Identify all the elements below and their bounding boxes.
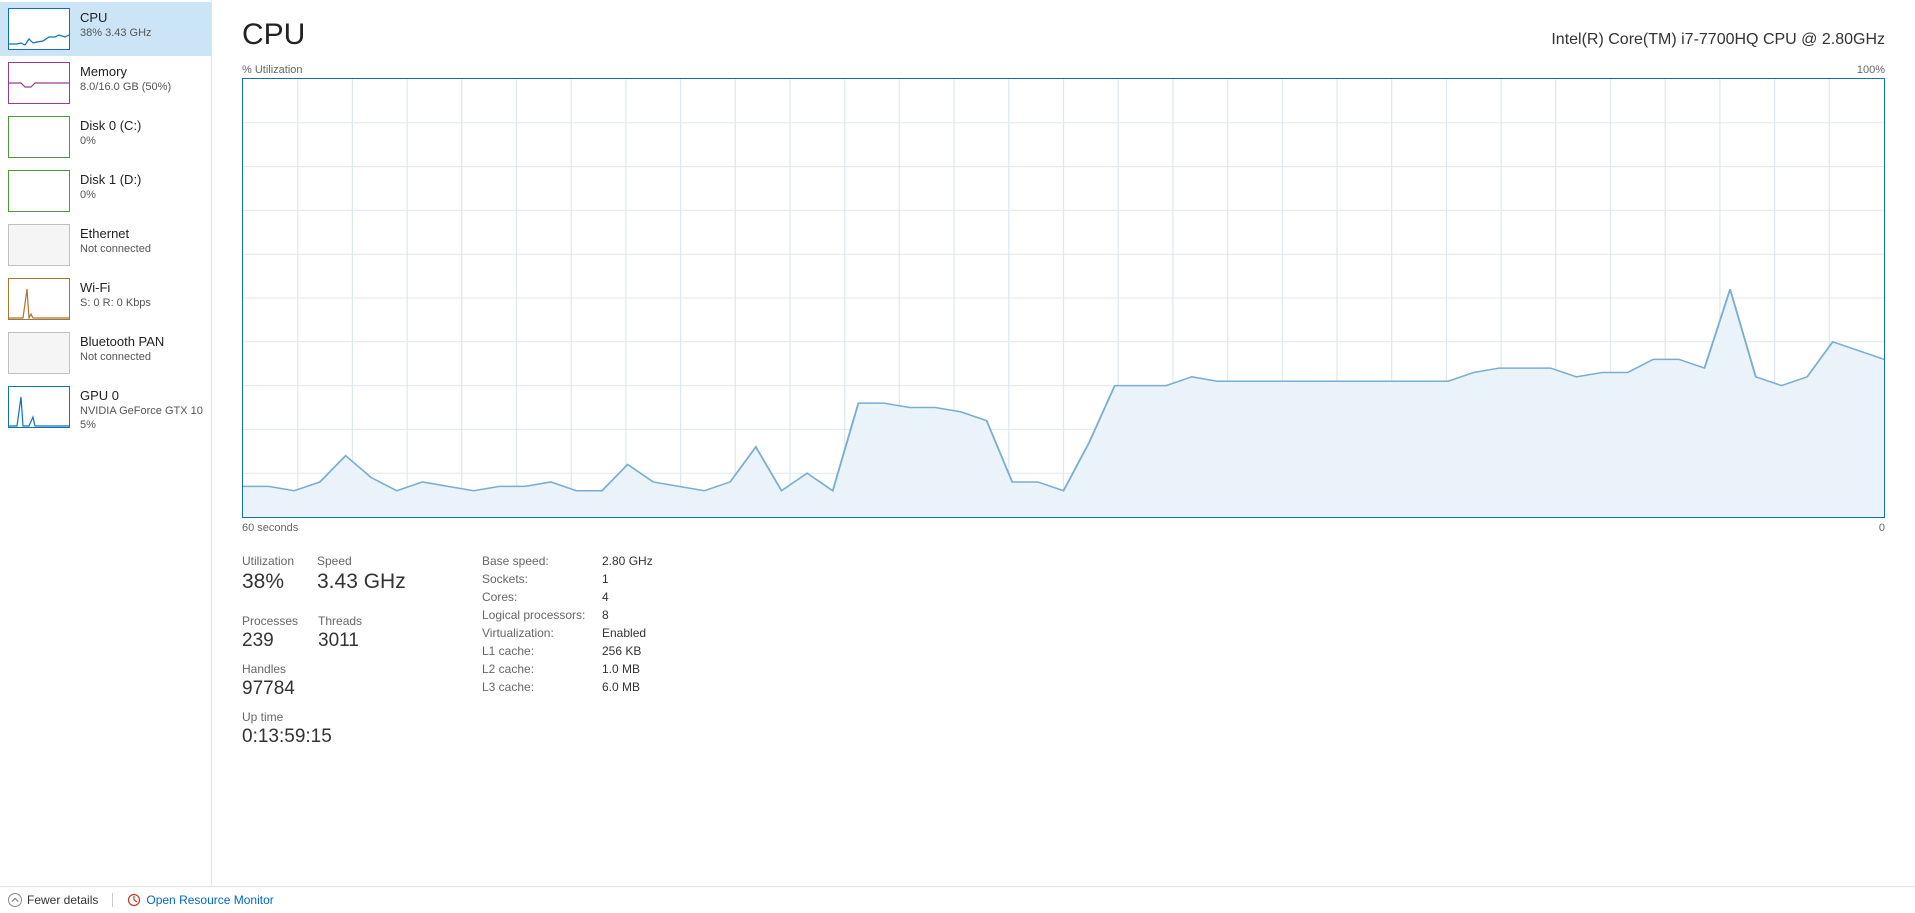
spec-row: L3 cache:6.0 MB bbox=[482, 680, 653, 694]
gpu-thumb-icon bbox=[8, 386, 70, 428]
sidebar-item-wifi[interactable]: Wi-Fi S: 0 R: 0 Kbps bbox=[0, 272, 211, 326]
sidebar-item-sub: Not connected bbox=[80, 351, 203, 363]
sidebar-item-label: Memory bbox=[80, 64, 203, 79]
sidebar: CPU 38% 3.43 GHz Memory 8.0/16.0 GB (50%… bbox=[0, 0, 212, 886]
stat-uptime-label: Up time bbox=[242, 710, 442, 724]
sidebar-item-sub: 38% 3.43 GHz bbox=[80, 27, 203, 39]
spec-row: Cores:4 bbox=[482, 590, 653, 604]
spec-value: 6.0 MB bbox=[602, 680, 640, 694]
spec-row: Virtualization:Enabled bbox=[482, 626, 653, 640]
stat-utilization-value: 38% bbox=[242, 570, 297, 594]
stat-uptime-value: 0:13:59:15 bbox=[242, 726, 442, 748]
memory-thumb-icon bbox=[8, 62, 70, 104]
stat-processes-value: 239 bbox=[242, 630, 298, 652]
spec-label: L1 cache: bbox=[482, 644, 602, 658]
sidebar-item-ethernet[interactable]: Ethernet Not connected bbox=[0, 218, 211, 272]
sidebar-item-sub2: 5% bbox=[80, 419, 203, 431]
bluetooth-thumb-icon bbox=[8, 332, 70, 374]
resource-monitor-icon bbox=[127, 893, 141, 907]
sidebar-item-disk0[interactable]: Disk 0 (C:) 0% bbox=[0, 110, 211, 164]
sidebar-item-label: Ethernet bbox=[80, 226, 203, 241]
sidebar-item-gpu0[interactable]: GPU 0 NVIDIA GeForce GTX 10 5% bbox=[0, 380, 211, 437]
cpu-thumb-icon bbox=[8, 8, 70, 50]
sidebar-item-label: Disk 1 (D:) bbox=[80, 172, 203, 187]
spec-row: Sockets:1 bbox=[482, 572, 653, 586]
footer-separator bbox=[112, 893, 113, 907]
stat-speed-value: 3.43 GHz bbox=[317, 570, 406, 594]
sidebar-item-sub: 0% bbox=[80, 189, 203, 201]
ethernet-thumb-icon bbox=[8, 224, 70, 266]
sidebar-item-sub: 8.0/16.0 GB (50%) bbox=[80, 81, 203, 93]
stat-utilization-label: Utilization bbox=[242, 554, 297, 568]
stat-speed-label: Speed bbox=[317, 554, 406, 568]
chevron-up-icon bbox=[8, 893, 22, 907]
spec-label: Cores: bbox=[482, 590, 602, 604]
sidebar-item-label: CPU bbox=[80, 10, 203, 25]
open-resource-monitor-label: Open Resource Monitor bbox=[146, 893, 273, 907]
spec-label: Virtualization: bbox=[482, 626, 602, 640]
sidebar-item-cpu[interactable]: CPU 38% 3.43 GHz bbox=[0, 2, 211, 56]
spec-value: 8 bbox=[602, 608, 609, 622]
content-panel: CPU Intel(R) Core(TM) i7-7700HQ CPU @ 2.… bbox=[212, 0, 1915, 886]
sidebar-item-label: Disk 0 (C:) bbox=[80, 118, 203, 133]
spec-label: Base speed: bbox=[482, 554, 602, 568]
axis-label-top-right: 100% bbox=[1857, 64, 1885, 76]
axis-label-top-left: % Utilization bbox=[242, 64, 303, 76]
spec-value: Enabled bbox=[602, 626, 646, 640]
sidebar-item-sub: Not connected bbox=[80, 243, 203, 255]
sidebar-item-memory[interactable]: Memory 8.0/16.0 GB (50%) bbox=[0, 56, 211, 110]
sidebar-item-label: GPU 0 bbox=[80, 388, 203, 403]
sidebar-item-label: Wi-Fi bbox=[80, 280, 203, 295]
page-title: CPU bbox=[242, 18, 305, 52]
spec-label: L2 cache: bbox=[482, 662, 602, 676]
sidebar-item-label: Bluetooth PAN bbox=[80, 334, 203, 349]
cpu-specs: Base speed:2.80 GHzSockets:1Cores:4Logic… bbox=[482, 554, 653, 748]
sidebar-item-sub: NVIDIA GeForce GTX 10 bbox=[80, 405, 203, 417]
spec-label: Logical processors: bbox=[482, 608, 602, 622]
stat-handles-label: Handles bbox=[242, 662, 297, 676]
footer: Fewer details Open Resource Monitor bbox=[0, 886, 1915, 913]
wifi-thumb-icon bbox=[8, 278, 70, 320]
fewer-details-label: Fewer details bbox=[27, 893, 98, 907]
sidebar-item-sub: S: 0 R: 0 Kbps bbox=[80, 297, 203, 309]
spec-row: Logical processors:8 bbox=[482, 608, 653, 622]
stat-handles-value: 97784 bbox=[242, 678, 297, 700]
stats-summary: Utilization 38% Speed 3.43 GHz Processes… bbox=[242, 554, 442, 748]
spec-value: 1 bbox=[602, 572, 609, 586]
spec-value: 256 KB bbox=[602, 644, 641, 658]
sidebar-item-bluetooth[interactable]: Bluetooth PAN Not connected bbox=[0, 326, 211, 380]
sidebar-item-disk1[interactable]: Disk 1 (D:) 0% bbox=[0, 164, 211, 218]
spec-label: Sockets: bbox=[482, 572, 602, 586]
disk-thumb-icon bbox=[8, 170, 70, 212]
stat-threads-value: 3011 bbox=[318, 630, 373, 652]
spec-value: 2.80 GHz bbox=[602, 554, 653, 568]
sidebar-item-sub: 0% bbox=[80, 135, 203, 147]
axis-label-bottom-left: 60 seconds bbox=[242, 522, 298, 534]
spec-row: L2 cache:1.0 MB bbox=[482, 662, 653, 676]
spec-row: Base speed:2.80 GHz bbox=[482, 554, 653, 568]
stat-processes-label: Processes bbox=[242, 614, 298, 628]
stat-threads-label: Threads bbox=[318, 614, 373, 628]
spec-value: 1.0 MB bbox=[602, 662, 640, 676]
spec-label: L3 cache: bbox=[482, 680, 602, 694]
spec-value: 4 bbox=[602, 590, 609, 604]
axis-label-bottom-right: 0 bbox=[1879, 522, 1885, 534]
disk-thumb-icon bbox=[8, 116, 70, 158]
cpu-model-text: Intel(R) Core(TM) i7-7700HQ CPU @ 2.80GH… bbox=[1551, 31, 1885, 49]
open-resource-monitor-link[interactable]: Open Resource Monitor bbox=[127, 893, 273, 907]
fewer-details-button[interactable]: Fewer details bbox=[8, 893, 98, 907]
cpu-chart bbox=[242, 78, 1885, 518]
spec-row: L1 cache:256 KB bbox=[482, 644, 653, 658]
